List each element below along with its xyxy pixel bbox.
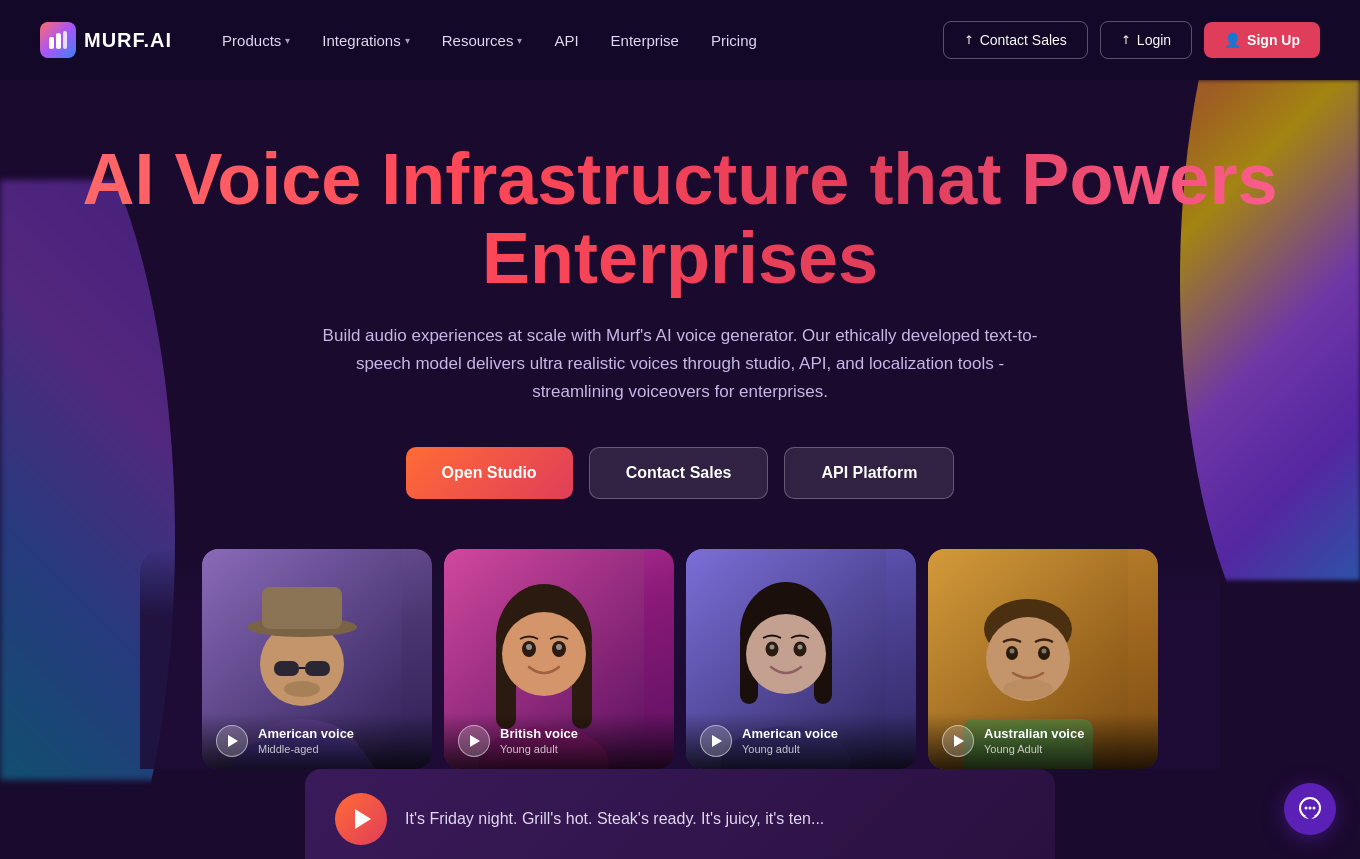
chat-icon [1297,796,1323,822]
cta-row: Open Studio Contact Sales API Platform [40,447,1320,499]
voice-card-info: American voice Young adult [686,713,916,769]
svg-point-40 [1042,648,1047,653]
voice-cards-container: American voice Middle-aged [140,549,1220,769]
svg-point-41 [1003,679,1053,699]
logo-icon [40,22,76,58]
play-button[interactable] [458,725,490,757]
nav-item-products[interactable]: Products ▾ [208,24,304,57]
signup-button[interactable]: 👤 Sign Up [1204,22,1320,58]
playback-bar: It's Friday night. Grill's hot. Steak's … [305,769,1055,859]
voice-card-info: Australian voice Young Adult [928,713,1158,769]
nav-item-api[interactable]: API [540,24,592,57]
voice-card-american-young-adult[interactable]: American voice Young adult [686,549,916,769]
voice-age: Young Adult [984,743,1084,755]
play-icon [954,735,964,747]
svg-point-43 [1305,807,1308,810]
svg-rect-2 [63,31,67,49]
playback-text: It's Friday night. Grill's hot. Steak's … [405,810,1025,828]
voice-type: American voice [742,726,838,743]
svg-rect-7 [262,587,342,629]
navbar: MURF.AI Products ▾ Integrations ▾ Resour… [0,0,1360,80]
chevron-down-icon: ▾ [517,35,522,46]
voice-type: Australian voice [984,726,1084,743]
svg-rect-1 [56,33,61,49]
svg-point-44 [1309,807,1312,810]
voice-type: American voice [258,726,354,743]
arrow-icon: ↗ [1117,32,1134,49]
voice-card-australian-young-adult[interactable]: Australian voice Young Adult [928,549,1158,769]
playback-play-button[interactable] [335,793,387,845]
voice-cards-row: American voice Middle-aged [200,549,1160,769]
logo[interactable]: MURF.AI [40,22,172,58]
svg-point-20 [526,644,532,650]
voice-card-british-young-adult[interactable]: British voice Young adult [444,549,674,769]
contact-sales-cta-button[interactable]: Contact Sales [589,447,769,499]
svg-rect-9 [305,661,330,676]
login-button[interactable]: ↗ Login [1100,21,1192,59]
svg-point-45 [1313,807,1316,810]
voice-label: Australian voice Young Adult [984,726,1084,755]
api-platform-button[interactable]: API Platform [784,447,954,499]
logo-text: MURF.AI [84,29,172,52]
nav-item-integrations[interactable]: Integrations ▾ [308,24,423,57]
voice-type: British voice [500,726,578,743]
voice-card-info: British voice Young adult [444,713,674,769]
play-button[interactable] [700,725,732,757]
svg-point-11 [284,681,320,697]
voice-age: Young adult [742,743,838,755]
svg-rect-0 [49,37,54,49]
play-button[interactable] [942,725,974,757]
play-icon-large [355,809,371,829]
nav-item-resources[interactable]: Resources ▾ [428,24,537,57]
play-icon [470,735,480,747]
contact-sales-button[interactable]: ↗ Contact Sales [943,21,1088,59]
nav-right: ↗ Contact Sales ↗ Login 👤 Sign Up [943,21,1320,59]
play-button[interactable] [216,725,248,757]
arrow-icon: ↗ [960,32,977,49]
voice-age: Middle-aged [258,743,354,755]
voice-label: American voice Young adult [742,726,838,755]
voice-card-info: American voice Middle-aged [202,713,432,769]
hero-title: AI Voice Infrastructure that Powers Ente… [40,140,1320,298]
voice-age: Young adult [500,743,578,755]
voice-card-american-middle-aged[interactable]: American voice Middle-aged [202,549,432,769]
chat-support-button[interactable] [1284,783,1336,835]
open-studio-button[interactable]: Open Studio [406,447,573,499]
voice-label: British voice Young adult [500,726,578,755]
svg-point-21 [556,644,562,650]
svg-point-39 [1010,648,1015,653]
svg-point-31 [798,644,803,649]
nav-item-pricing[interactable]: Pricing [697,24,771,57]
chevron-down-icon: ▾ [405,35,410,46]
play-icon [712,735,722,747]
nav-links: Products ▾ Integrations ▾ Resources ▾ AP… [208,24,771,57]
svg-point-27 [746,614,826,694]
chevron-down-icon: ▾ [285,35,290,46]
svg-rect-8 [274,661,299,676]
hero-section: AI Voice Infrastructure that Powers Ente… [0,80,1360,859]
svg-point-17 [502,612,586,696]
play-icon [228,735,238,747]
svg-point-30 [770,644,775,649]
voice-label: American voice Middle-aged [258,726,354,755]
hero-subtitle: Build audio experiences at scale with Mu… [320,322,1040,406]
nav-item-enterprise[interactable]: Enterprise [597,24,693,57]
user-icon: 👤 [1224,32,1241,48]
